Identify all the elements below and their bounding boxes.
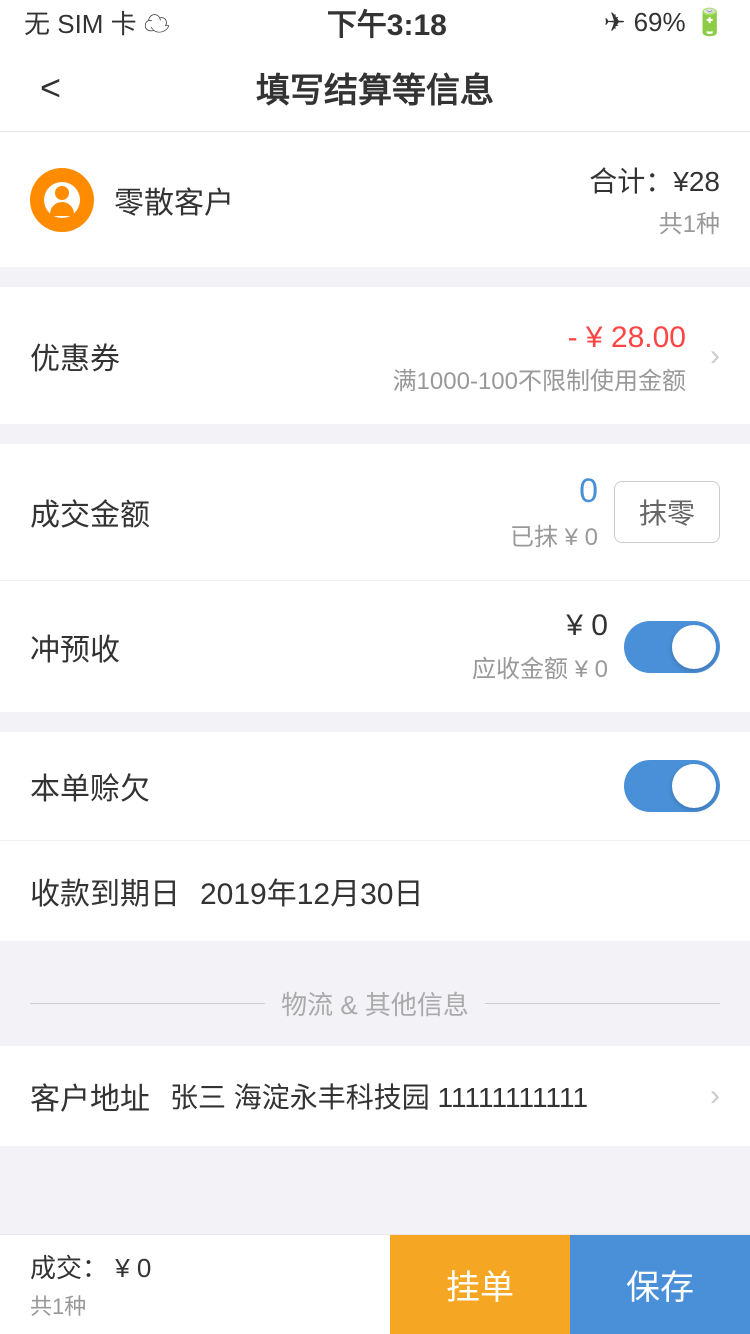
coupon-label: 优惠券: [30, 334, 120, 378]
save-button[interactable]: 保存: [570, 1235, 750, 1334]
coupon-row[interactable]: 优惠券 - ¥ 28.00 满1000-100不限制使用金额 ›: [0, 287, 750, 424]
customer-total: 合计：¥28 共1种: [589, 160, 720, 239]
nav-bar: < 填写结算等信息: [0, 44, 750, 132]
prepay-subtext: 应收金额 ¥ 0: [472, 649, 608, 684]
back-button[interactable]: <: [30, 57, 71, 119]
page-title: 填写结算等信息: [256, 63, 494, 112]
debt-row: 本单赊欠: [0, 732, 750, 841]
hang-button[interactable]: 挂单: [390, 1235, 570, 1334]
coupon-value-stack: - ¥ 28.00 满1000-100不限制使用金额: [393, 315, 686, 396]
customer-left: 零散客户: [30, 168, 234, 232]
coupon-right: - ¥ 28.00 满1000-100不限制使用金额 ›: [393, 315, 720, 396]
avatar-icon: [44, 182, 80, 218]
prepay-toggle[interactable]: [624, 621, 720, 673]
address-value: 张三 海淀永丰科技园 11111111111: [170, 1076, 702, 1116]
coupon-section[interactable]: 优惠券 - ¥ 28.00 满1000-100不限制使用金额 ›: [0, 287, 750, 424]
debt-toggle-knob: [672, 764, 716, 808]
deal-amount-label: 成交金额: [30, 490, 150, 534]
coupon-discount: - ¥ 28.00: [393, 321, 686, 355]
address-section[interactable]: 客户地址 张三 海淀永丰科技园 11111111111 ›: [0, 1046, 750, 1146]
due-date-row: 收款到期日 2019年12月30日: [0, 841, 750, 941]
bottom-bar: 成交： ¥ 0 共1种 挂单 保存: [0, 1234, 750, 1334]
sim-status: 无 SIM 卡 ☁: [24, 4, 170, 41]
avatar: [30, 168, 94, 232]
bottom-deal-label: 成交：: [30, 1253, 108, 1283]
status-bar: 无 SIM 卡 ☁ 下午3:18 ✈ 69% 🔋: [0, 0, 750, 44]
deal-amount-subtext: 已抹 ¥ 0: [510, 517, 598, 552]
customer-name: 零散客户: [114, 178, 234, 222]
address-chevron-icon: ›: [710, 1079, 720, 1113]
address-row[interactable]: 客户地址 张三 海淀永丰科技园 11111111111 ›: [0, 1046, 750, 1146]
content: 零散客户 合计：¥28 共1种 优惠券 - ¥ 28.00 满1000-100不…: [0, 132, 750, 1286]
bottom-deal-value: ¥ 0: [115, 1253, 151, 1283]
amount-section: 成交金额 0 已抹 ¥ 0 抹零 冲预收 ¥ 0 应收金额 ¥ 0: [0, 444, 750, 712]
total-count: 共1种: [589, 204, 720, 239]
round-off-button[interactable]: 抹零: [614, 481, 720, 543]
bottom-deal: 成交： ¥ 0: [30, 1248, 360, 1285]
logistics-label: 物流 & 其他信息: [281, 985, 469, 1022]
prepay-right: ¥ 0 应收金额 ¥ 0: [472, 609, 720, 684]
debt-section: 本单赊欠 收款到期日 2019年12月30日: [0, 732, 750, 941]
address-label: 客户地址: [30, 1074, 150, 1118]
customer-section: 零散客户 合计：¥28 共1种: [0, 132, 750, 267]
total-amount: 合计：¥28: [589, 160, 720, 200]
debt-label: 本单赊欠: [30, 764, 150, 808]
status-left: 无 SIM 卡 ☁: [24, 4, 170, 41]
deal-amount-row: 成交金额 0 已抹 ¥ 0 抹零: [0, 444, 750, 581]
toggle-knob: [672, 625, 716, 669]
debt-toggle[interactable]: [624, 760, 720, 812]
deal-amount-value: 0: [510, 472, 598, 511]
deal-amount-stack: 0 已抹 ¥ 0: [510, 472, 598, 552]
deal-amount-right: 0 已抹 ¥ 0 抹零: [510, 472, 720, 552]
status-right: ✈ 69% 🔋: [604, 7, 726, 38]
prepay-value: ¥ 0: [472, 609, 608, 643]
debt-right: [624, 760, 720, 812]
battery-status: 69%: [634, 7, 686, 38]
location-icon: ✈: [604, 7, 626, 38]
due-date-value: 2019年12月30日: [200, 869, 423, 913]
prepay-row: 冲预收 ¥ 0 应收金额 ¥ 0: [0, 581, 750, 712]
coupon-subtext: 满1000-100不限制使用金额: [393, 361, 686, 396]
logistics-header: 物流 & 其他信息: [0, 961, 750, 1046]
status-time: 下午3:18: [327, 0, 447, 44]
bottom-info: 成交： ¥ 0 共1种: [0, 1235, 390, 1334]
due-date-label: 收款到期日: [30, 869, 180, 913]
prepay-label: 冲预收: [30, 625, 120, 669]
chevron-right-icon: ›: [710, 339, 720, 373]
battery-icon: 🔋: [694, 7, 726, 38]
bottom-count: 共1种: [30, 1289, 360, 1321]
prepay-stack: ¥ 0 应收金额 ¥ 0: [472, 609, 608, 684]
